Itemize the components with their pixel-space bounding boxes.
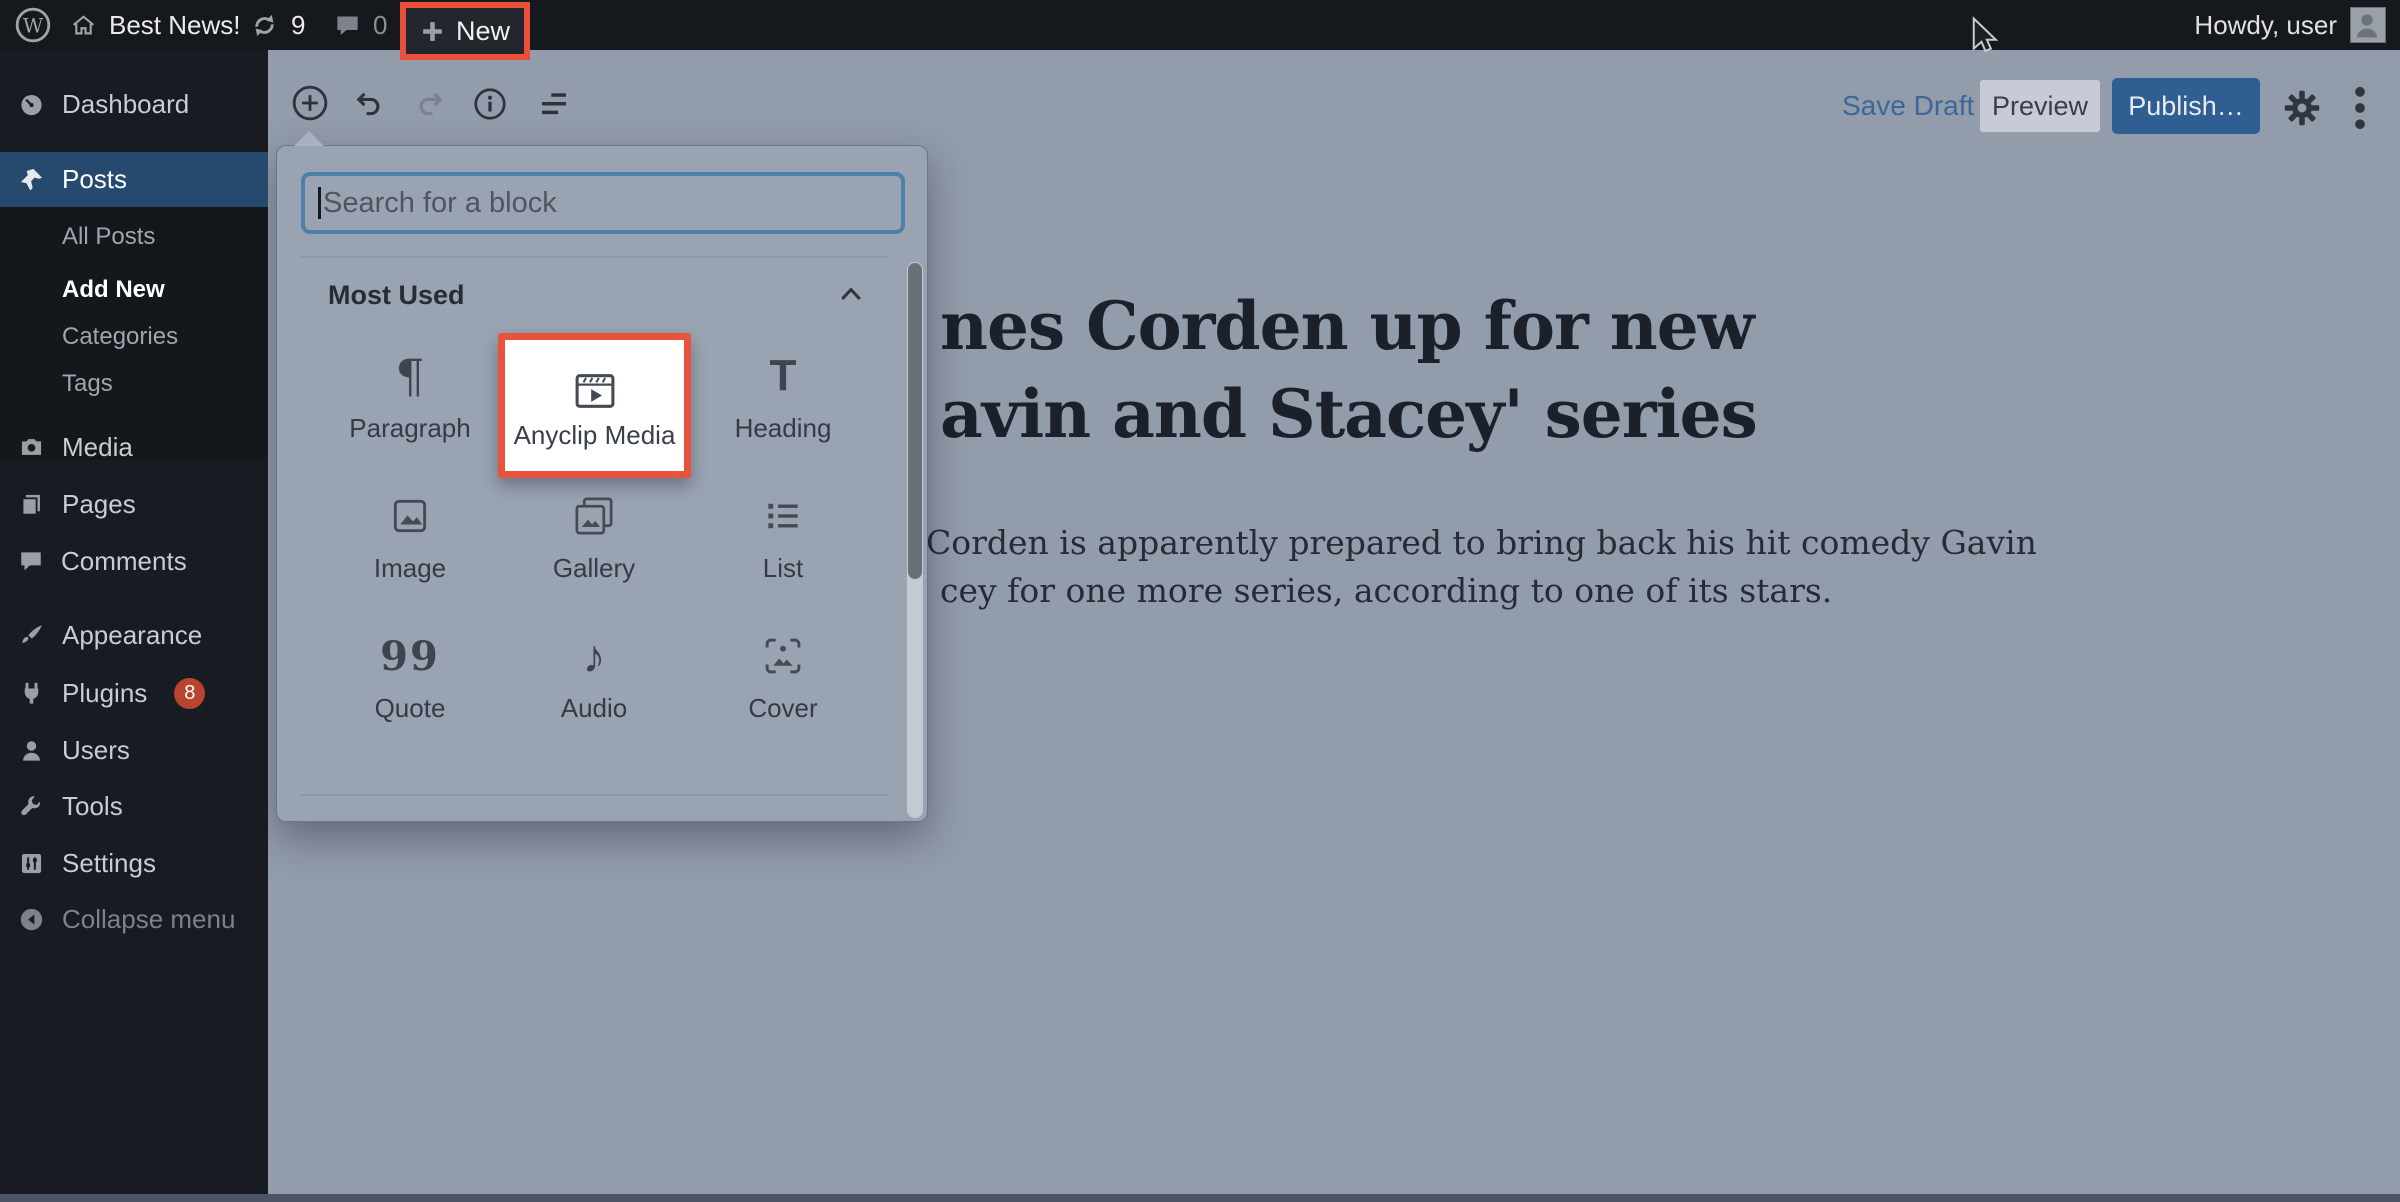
plus-icon [423, 21, 442, 41]
divider [301, 794, 889, 796]
updates-icon [255, 14, 274, 36]
comment-icon [21, 552, 41, 571]
sidebar-item-plugins[interactable]: Plugins 8 [0, 667, 268, 719]
collapse-icon [20, 908, 43, 930]
post-body-line[interactable]: Corden is apparently prepared to bring b… [926, 523, 2037, 562]
sidebar-item-tools[interactable]: Tools [0, 780, 268, 832]
sidebar-item-comments[interactable]: Comments [0, 535, 268, 587]
site-name: Best News! [109, 9, 241, 40]
block-inserter-button[interactable] [291, 84, 329, 122]
gallery-icon [572, 479, 616, 553]
post-body-line[interactable]: cey for one more series, according to on… [940, 571, 1832, 610]
block-tile-heading[interactable]: T Heading [688, 339, 878, 469]
new-button-highlight[interactable]: New [400, 2, 530, 60]
comment-bubble-icon [337, 16, 358, 35]
updates-link[interactable]: 9 [250, 0, 305, 50]
audio-icon: ♪ [582, 630, 606, 682]
sidebar-item-pages[interactable]: Pages [0, 478, 268, 530]
appearance-icon [22, 624, 42, 643]
comments-link[interactable]: 0 [334, 0, 387, 50]
preview-button[interactable]: Preview [1978, 78, 2102, 134]
wordpress-editor-screen: W Best News! 9 0 New Howdy, user Dashboa… [0, 0, 2400, 1202]
section-title: Most Used [328, 280, 465, 310]
more-options-button[interactable] [2354, 86, 2366, 130]
submenu-all-posts[interactable]: All Posts [0, 220, 268, 254]
plugins-update-badge: 8 [174, 677, 206, 709]
svg-text:W: W [23, 14, 44, 37]
dashboard-icon [21, 94, 42, 115]
save-draft-link[interactable]: Save Draft [1842, 90, 1974, 122]
block-tile-gallery[interactable]: Gallery [499, 479, 689, 609]
sidebar-item-posts-active[interactable]: Posts [0, 152, 268, 207]
popup-scrollbar-track[interactable] [907, 262, 923, 818]
howdy-text: Howdy, user [2194, 9, 2337, 40]
sidebar-item-media[interactable]: Media [0, 421, 268, 473]
sidebar-item-dashboard[interactable]: Dashboard [0, 78, 268, 130]
text-caret [318, 187, 321, 219]
media-icon [21, 438, 42, 455]
sidebar-item-settings[interactable]: Settings [0, 837, 268, 889]
submenu-add-new[interactable]: Add New [0, 273, 268, 307]
block-tile-list[interactable]: List [688, 479, 878, 609]
paragraph-icon: ¶ [395, 349, 425, 403]
post-title-text[interactable]: nes Corden up for new avin and Stacey' s… [940, 282, 1758, 458]
heading-icon: T [769, 351, 797, 400]
undo-button[interactable] [351, 86, 385, 120]
block-tile-quote[interactable]: 99 Quote [315, 619, 505, 749]
publish-button[interactable]: Publish… [2112, 78, 2260, 134]
block-inserter-popup: Most Used ¶ Paragraph Anyclip Media [276, 145, 928, 822]
new-button-label: New [455, 15, 510, 46]
tools-icon [21, 795, 41, 815]
wordpress-logo-menu[interactable]: W [14, 0, 52, 50]
updates-count: 9 [291, 9, 306, 40]
account-menu[interactable]: Howdy, user [2194, 0, 2386, 50]
avatar [2350, 7, 2386, 43]
block-tile-anyclip-media-highlighted[interactable]: Anyclip Media [498, 333, 691, 478]
collapse-menu-button[interactable]: Collapse menu [0, 893, 268, 945]
pushpin-icon [20, 168, 43, 191]
sidebar-label: Dashboard [62, 88, 190, 119]
anyclip-media-icon [572, 362, 618, 420]
settings-gear-button[interactable] [2282, 88, 2322, 128]
image-icon [388, 479, 432, 553]
users-icon [23, 740, 40, 761]
window-bottom-edge [0, 1194, 2400, 1202]
content-structure-button[interactable] [472, 86, 508, 122]
wordpress-logo-icon: W [15, 7, 51, 43]
pages-icon [21, 494, 40, 516]
settings-icon [21, 853, 42, 873]
sidebar-item-users[interactable]: Users [0, 724, 268, 776]
redo-button[interactable] [414, 86, 448, 120]
cover-icon [761, 619, 805, 693]
list-icon [761, 479, 805, 553]
submenu-categories[interactable]: Categories [0, 320, 268, 354]
submenu-tags[interactable]: Tags [0, 367, 268, 401]
popup-scrollbar-thumb[interactable] [908, 263, 922, 579]
block-tile-cover[interactable]: Cover [688, 619, 878, 749]
admin-sidebar: Dashboard Posts All Posts Add New Catego… [0, 50, 268, 1194]
block-tile-image[interactable]: Image [315, 479, 505, 609]
sidebar-label: Posts [62, 164, 128, 194]
popup-pointer-arrow [294, 131, 324, 146]
block-search-input[interactable] [301, 172, 905, 234]
block-tile-audio[interactable]: ♪ Audio [499, 619, 689, 749]
block-tile-paragraph[interactable]: ¶ Paragraph [315, 339, 505, 469]
home-icon [72, 14, 95, 34]
divider [301, 256, 889, 258]
mouse-cursor [1972, 16, 1999, 53]
admin-bar: W Best News! 9 0 New Howdy, user [0, 0, 2400, 60]
comments-count: 0 [373, 9, 388, 40]
collapse-section-chevron-up-icon[interactable] [839, 286, 863, 302]
site-link[interactable]: Best News! [70, 0, 241, 50]
sidebar-item-appearance[interactable]: Appearance [0, 609, 268, 661]
quote-icon: 99 [380, 632, 440, 680]
block-navigation-button[interactable] [538, 90, 570, 118]
plugin-icon [24, 682, 39, 704]
